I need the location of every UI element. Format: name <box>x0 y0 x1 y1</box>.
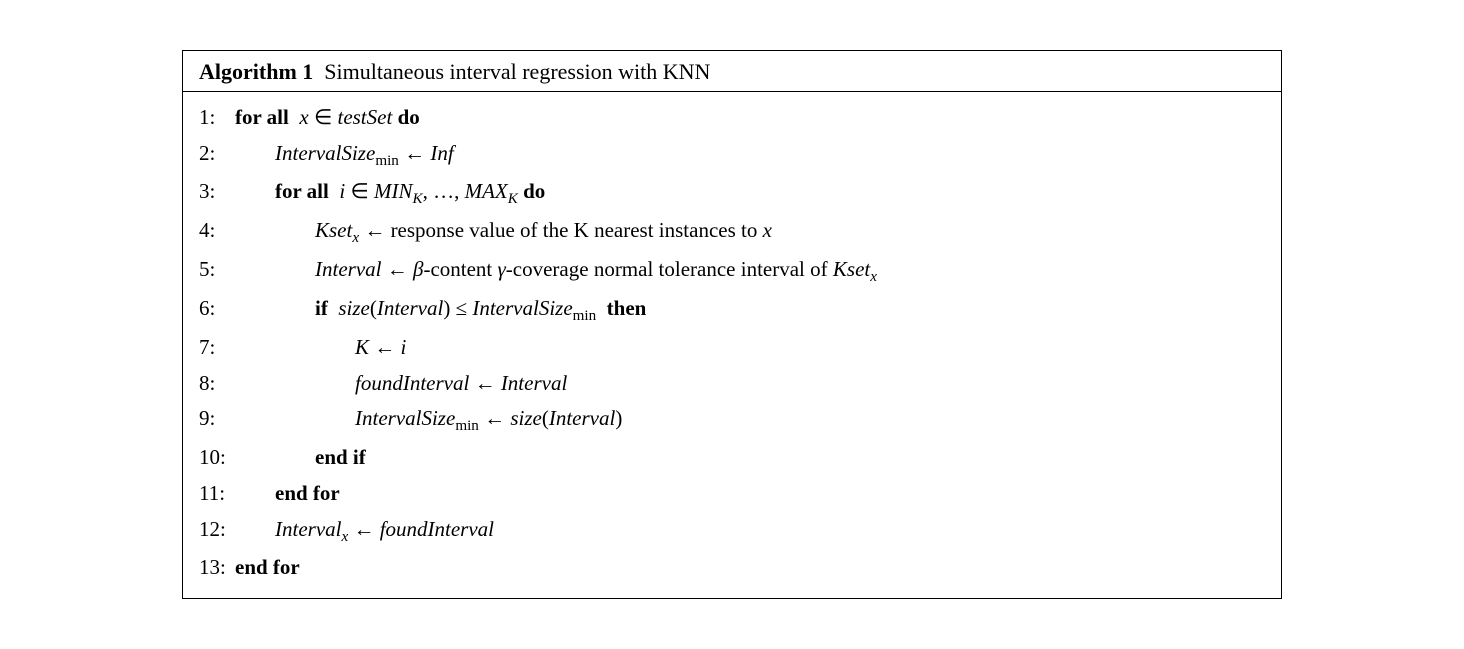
algo-line-10: 10: end if <box>199 440 1265 476</box>
line-content: IntervalSizemin ← size(Interval) <box>355 401 622 440</box>
line-content: K ← i <box>355 330 406 366</box>
line-content: if size(Interval) ≤ IntervalSizemin then <box>315 291 646 330</box>
algo-line-5: 5: Interval ← β-content γ-coverage normal… <box>199 252 1265 291</box>
algorithm-title: Simultaneous interval regression with KN… <box>319 59 711 84</box>
line-content: Interval ← β-content γ-coverage normal t… <box>315 252 877 291</box>
algo-line-13: 13:end for <box>199 550 1265 586</box>
algo-line-2: 2: IntervalSizemin ← Inf <box>199 136 1265 175</box>
algo-line-11: 11: end for <box>199 476 1265 512</box>
line-number: 3: <box>199 174 235 210</box>
line-content: for all i ∈ MINK, …, MAXK do <box>275 174 545 213</box>
line-content: Intervalx ← foundInterval <box>275 512 494 551</box>
line-number: 8: <box>199 366 235 402</box>
algo-line-4: 4: Ksetx ← response value of the K neares… <box>199 213 1265 252</box>
algorithm-label: Algorithm 1 <box>199 59 313 84</box>
algorithm-box: Algorithm 1 Simultaneous interval regres… <box>182 50 1282 599</box>
algo-line-6: 6: if size(Interval) ≤ IntervalSizemin th… <box>199 291 1265 330</box>
line-number: 5: <box>199 252 235 288</box>
line-content: for all x ∈ testSet do <box>235 100 420 136</box>
algo-line-3: 3: for all i ∈ MINK, …, MAXK do <box>199 174 1265 213</box>
line-number: 10: <box>199 440 235 476</box>
line-number: 13: <box>199 550 235 586</box>
algorithm-header: Algorithm 1 Simultaneous interval regres… <box>183 51 1281 92</box>
line-content: IntervalSizemin ← Inf <box>275 136 454 175</box>
line-content: end for <box>235 550 300 586</box>
line-number: 12: <box>199 512 235 548</box>
line-number: 7: <box>199 330 235 366</box>
algorithm-body: 1:for all x ∈ testSet do2: IntervalSizemi… <box>183 92 1281 598</box>
algo-line-8: 8: foundInterval ← Interval <box>199 366 1265 402</box>
line-content: Ksetx ← response value of the K nearest … <box>315 213 772 252</box>
line-content: end if <box>315 440 366 476</box>
algo-line-12: 12: Intervalx ← foundInterval <box>199 512 1265 551</box>
line-number: 11: <box>199 476 235 512</box>
algo-line-7: 7: K ← i <box>199 330 1265 366</box>
line-number: 2: <box>199 136 235 172</box>
algo-line-9: 9: IntervalSizemin ← size(Interval) <box>199 401 1265 440</box>
line-number: 6: <box>199 291 235 327</box>
line-content: foundInterval ← Interval <box>355 366 567 402</box>
line-number: 9: <box>199 401 235 437</box>
algo-line-1: 1:for all x ∈ testSet do <box>199 100 1265 136</box>
line-number: 4: <box>199 213 235 249</box>
line-number: 1: <box>199 100 235 136</box>
line-content: end for <box>275 476 340 512</box>
